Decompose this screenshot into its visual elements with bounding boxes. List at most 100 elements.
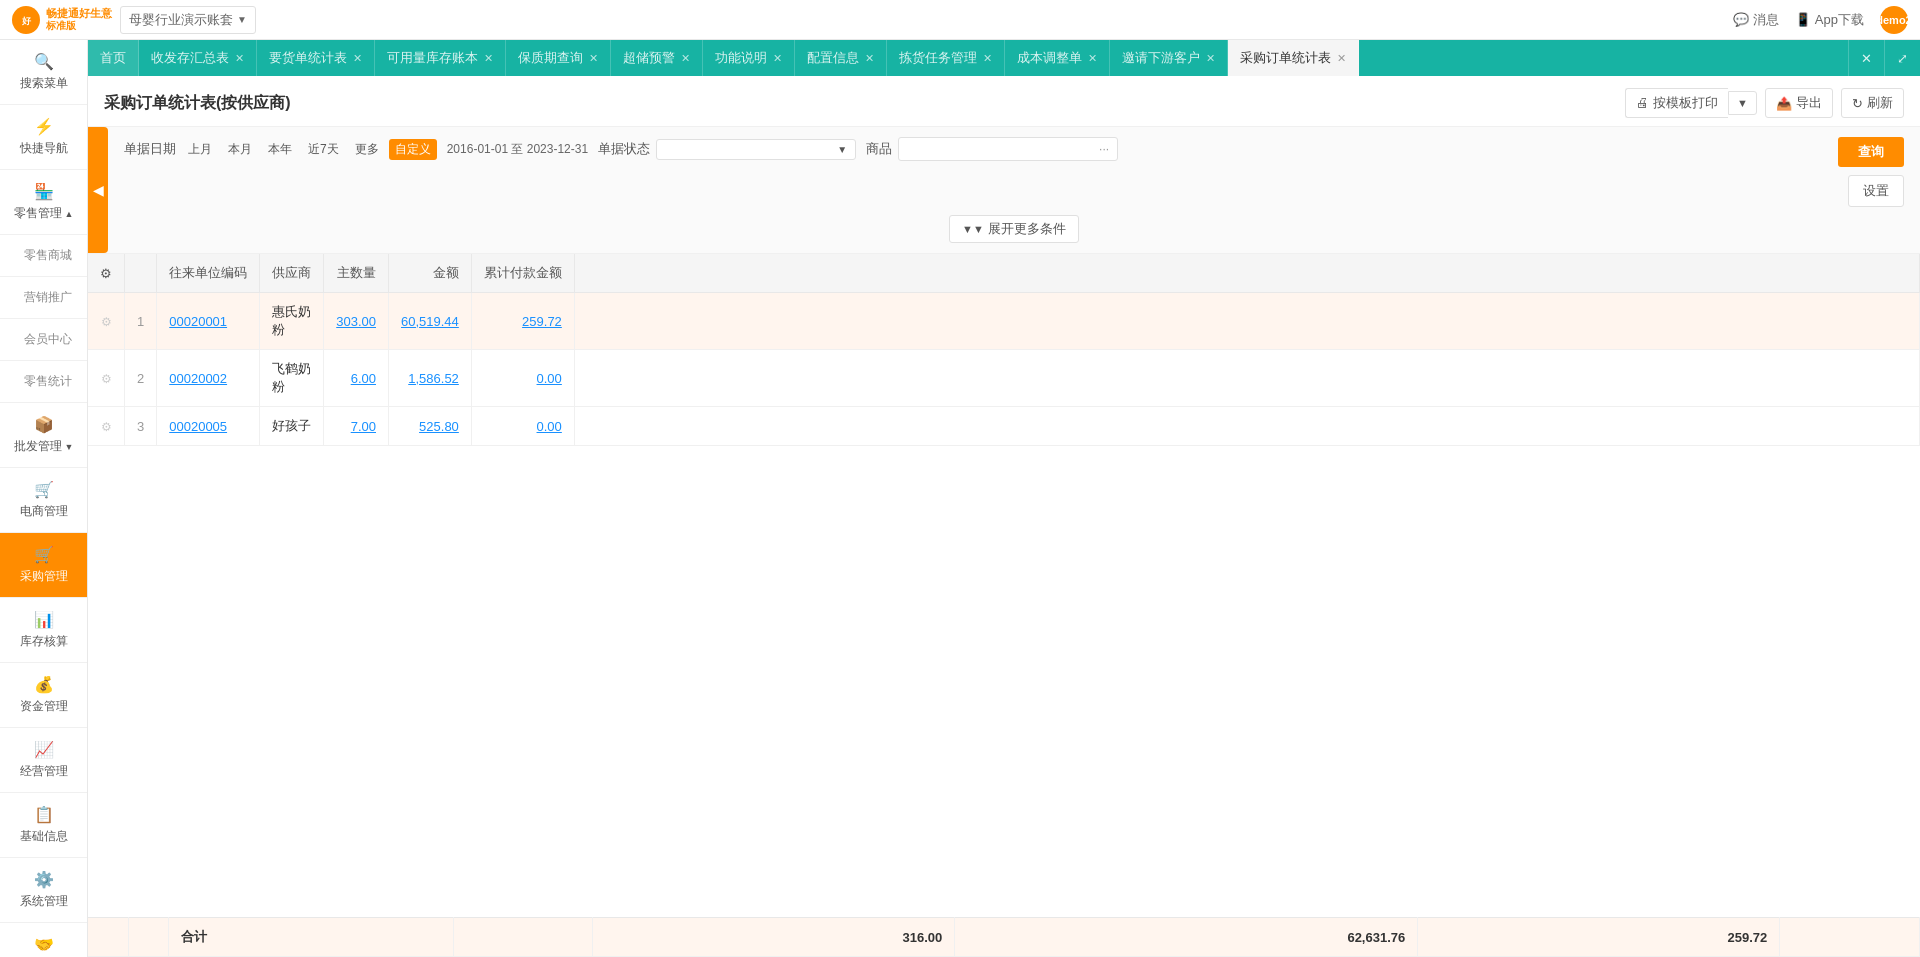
sidebar-item-retail-stats[interactable]: 零售统计 (0, 361, 87, 403)
app-download-button[interactable]: 📱 App下载 (1795, 11, 1864, 29)
column-settings-icon[interactable]: ⚙ (100, 266, 112, 281)
print-dropdown[interactable]: ▼ (1728, 91, 1757, 115)
row-settings-cell: ⚙ (88, 350, 125, 407)
footer-amount-cell: 62,631.76 (955, 918, 1418, 957)
sidebar-item-search[interactable]: 🔍 搜索菜单 (0, 40, 87, 105)
tab-receivable[interactable]: 收发存汇总表 ✕ (139, 40, 257, 76)
table-area: ⚙ 往来单位编码 供应商 主数量 金额 累计付款金额 ⚙ (88, 254, 1920, 917)
tab-function-desc[interactable]: 功能说明 ✕ (703, 40, 795, 76)
sidebar-item-wholesale[interactable]: 📦 批发管理 ▼ (0, 403, 87, 468)
tab-pick-task[interactable]: 拣货任务管理 ✕ (887, 40, 1005, 76)
row-settings-icon[interactable]: ⚙ (101, 372, 112, 386)
purchase-icon: 🛒 (8, 545, 79, 564)
close-tab-purchase-stats[interactable]: ✕ (1337, 52, 1346, 65)
supplier-code-link[interactable]: 00020002 (169, 371, 227, 386)
tab-invite[interactable]: 邀请下游客户 ✕ (1110, 40, 1228, 76)
sidebar-item-retail-mall[interactable]: 零售商城 (0, 235, 87, 277)
refresh-button[interactable]: ↻ 刷新 (1841, 88, 1904, 118)
print-button[interactable]: 🖨 按模板打印 ▼ (1625, 88, 1757, 118)
export-icon: 📤 (1776, 96, 1792, 111)
paid-link[interactable]: 0.00 (537, 371, 562, 386)
supplier-code-link[interactable]: 00020001 (169, 314, 227, 329)
custom-date-badge[interactable]: 自定义 (389, 139, 437, 160)
close-all-tabs-button[interactable]: ✕ (1848, 40, 1884, 76)
table-footer: 合计 316.00 62,631.76 259.72 (88, 917, 1920, 957)
query-button[interactable]: 查询 (1838, 137, 1904, 167)
sidebar-item-inventory[interactable]: 📊 库存核算 (0, 598, 87, 663)
tab-available-stock[interactable]: 可用量库存账本 ✕ (375, 40, 506, 76)
amount-link[interactable]: 60,519.44 (401, 314, 459, 329)
tab-cost-adj[interactable]: 成本调整单 ✕ (1005, 40, 1110, 76)
settings-button[interactable]: 设置 (1848, 175, 1904, 207)
row-settings-icon[interactable]: ⚙ (101, 420, 112, 434)
row-supplier-name-cell: 惠氏奶粉 (260, 293, 324, 350)
sidebar-item-marketing[interactable]: 营销推广 (0, 277, 87, 319)
close-tab-receivable[interactable]: ✕ (235, 52, 244, 65)
amount-column-header: 金额 (389, 254, 472, 293)
tab-expiry[interactable]: 保质期查询 ✕ (506, 40, 611, 76)
sidebar-item-operation[interactable]: 📈 经营管理 (0, 728, 87, 793)
close-tab-expiry[interactable]: ✕ (589, 52, 598, 65)
sidebar-item-finance[interactable]: 💰 资金管理 (0, 663, 87, 728)
supplier-code-link[interactable]: 00020005 (169, 419, 227, 434)
sidebar-item-ecommerce[interactable]: 🛒 电商管理 (0, 468, 87, 533)
status-filter: 单据状态 ▼ (598, 139, 856, 160)
sidebar-item-member[interactable]: 会员中心 (0, 319, 87, 361)
close-tab-overstock[interactable]: ✕ (681, 52, 690, 65)
download-icon: 📱 (1795, 12, 1811, 27)
amount-link[interactable]: 1,586.52 (408, 371, 459, 386)
tab-overstock[interactable]: 超储预警 ✕ (611, 40, 703, 76)
qty-link[interactable]: 6.00 (351, 371, 376, 386)
sidebar-item-enterprise[interactable]: 🤝 企业协同 (0, 923, 87, 957)
export-button[interactable]: 📤 导出 (1765, 88, 1833, 118)
sidebar-item-quicknav[interactable]: ⚡ 快捷导航 (0, 105, 87, 170)
expand-more-button[interactable]: ▼▼ 展开更多条件 (949, 215, 1079, 243)
print-main[interactable]: 🖨 按模板打印 (1625, 88, 1728, 118)
system-icon: ⚙️ (8, 870, 79, 889)
last-month-shortcut[interactable]: 上月 (182, 139, 218, 160)
qty-link[interactable]: 303.00 (336, 314, 376, 329)
last-7days-shortcut[interactable]: 近7天 (302, 139, 345, 160)
close-tab-cost-adj[interactable]: ✕ (1088, 52, 1097, 65)
close-tab-available-stock[interactable]: ✕ (484, 52, 493, 65)
tab-requisition[interactable]: 要货单统计表 ✕ (257, 40, 375, 76)
row-settings-cell: ⚙ (88, 293, 125, 350)
search-icon: 🔍 (8, 52, 79, 71)
close-tab-config[interactable]: ✕ (865, 52, 874, 65)
sidebar-item-system[interactable]: ⚙️ 系统管理 (0, 858, 87, 923)
collapse-toggle-button[interactable]: ◀ (88, 127, 108, 253)
close-tab-function-desc[interactable]: ✕ (773, 52, 782, 65)
row-settings-icon[interactable]: ⚙ (101, 315, 112, 329)
goods-input[interactable]: ··· (898, 137, 1118, 161)
close-tab-invite[interactable]: ✕ (1206, 52, 1215, 65)
row-amount-cell: 525.80 (389, 407, 472, 446)
row-supplier-code-cell: 00020001 (157, 293, 260, 350)
maximize-button[interactable]: ⤢ (1884, 40, 1920, 76)
tab-home[interactable]: 首页 (88, 40, 139, 76)
workspace-selector[interactable]: 母婴行业演示账套 ▼ (120, 6, 256, 34)
date-filter: 单据日期 上月 本月 本年 近7天 更多 自定义 2016-01-01 至 20… (124, 139, 588, 160)
row-extra-cell (574, 407, 1919, 446)
qty-link[interactable]: 7.00 (351, 419, 376, 434)
row-amount-cell: 1,586.52 (389, 350, 472, 407)
sidebar-item-purchase[interactable]: 🛒 采购管理 (0, 533, 87, 598)
finance-icon: 💰 (8, 675, 79, 694)
tab-purchase-stats[interactable]: 采购订单统计表 ✕ (1228, 40, 1359, 76)
username-label: demo2 (1876, 14, 1911, 26)
nav-tabs-end: ✕ ⤢ (1848, 40, 1920, 76)
this-year-shortcut[interactable]: 本年 (262, 139, 298, 160)
sidebar-item-retail[interactable]: 🏪 零售管理 ▲ (0, 170, 87, 235)
status-select[interactable]: ▼ (656, 139, 856, 160)
close-tab-requisition[interactable]: ✕ (353, 52, 362, 65)
amount-link[interactable]: 525.80 (419, 419, 459, 434)
paid-link[interactable]: 0.00 (537, 419, 562, 434)
more-shortcut[interactable]: 更多 (349, 139, 385, 160)
user-avatar[interactable]: demo2 (1880, 6, 1908, 34)
paid-link[interactable]: 259.72 (522, 314, 562, 329)
close-tab-pick-task[interactable]: ✕ (983, 52, 992, 65)
tab-config[interactable]: 配置信息 ✕ (795, 40, 887, 76)
sidebar-item-basic[interactable]: 📋 基础信息 (0, 793, 87, 858)
message-button[interactable]: 💬 消息 (1733, 11, 1779, 29)
this-month-shortcut[interactable]: 本月 (222, 139, 258, 160)
page-header: 采购订单统计表(按供应商) 🖨 按模板打印 ▼ 📤 导出 ↻ (88, 76, 1920, 127)
